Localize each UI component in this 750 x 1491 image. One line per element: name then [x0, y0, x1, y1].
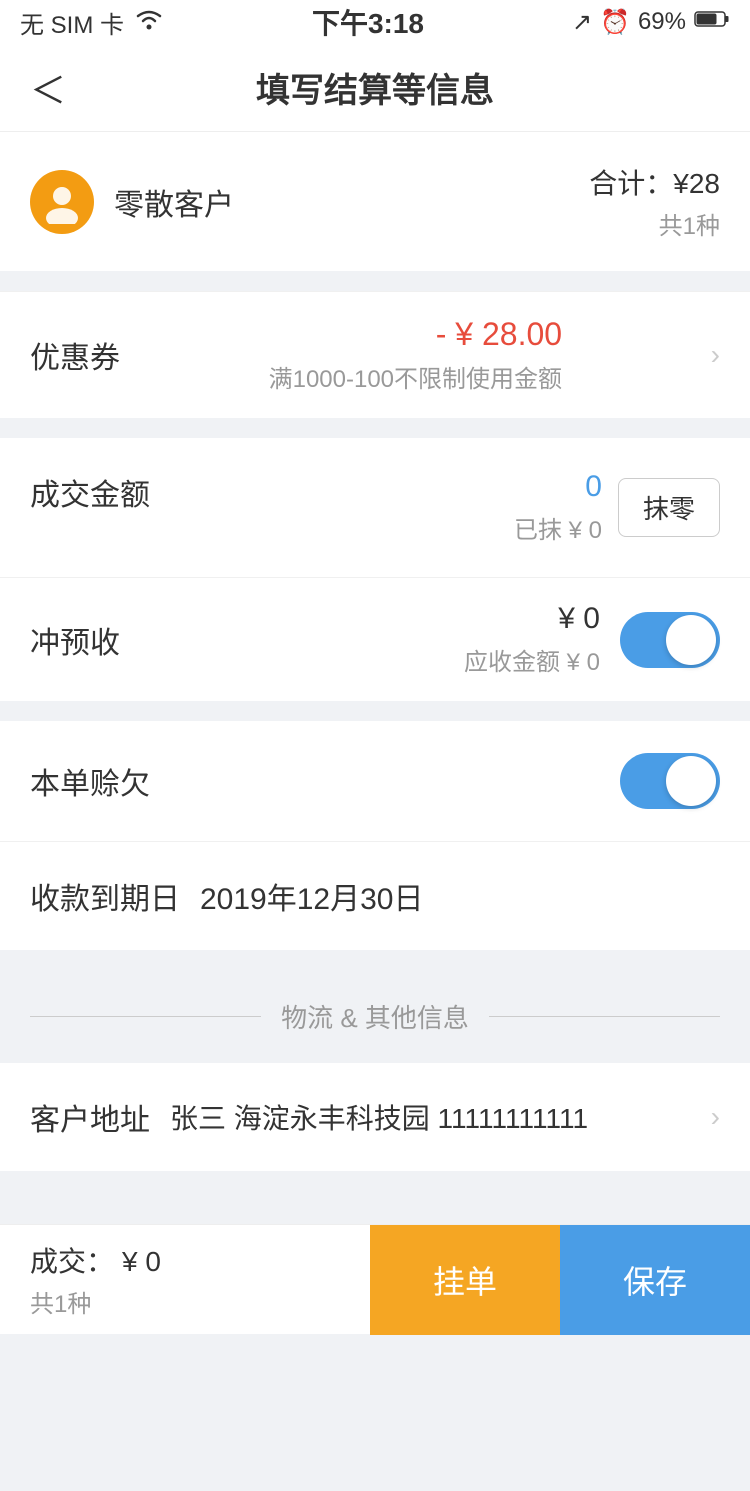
gap3 — [0, 701, 750, 721]
gap4 — [0, 950, 750, 970]
deal-right: 0 已抹 ¥ 0 抹零 — [514, 470, 720, 545]
coupon-sub: 满1000-100不限制使用金额 — [269, 359, 562, 394]
wifi-icon — [134, 8, 164, 37]
total-count: 共1种 — [589, 206, 720, 241]
prepay-value: ¥ 0 — [464, 602, 600, 636]
logistics-label: 物流 & 其他信息 — [281, 998, 469, 1035]
status-right: ↗ ⏰ 69% — [572, 8, 730, 37]
deal-value-wrapper: 0 已抹 ¥ 0 — [514, 470, 602, 545]
deal-value: 0 — [514, 470, 602, 504]
back-button[interactable]: ＜ — [30, 62, 66, 114]
customer-section: 零散客户 合计：¥28 共1种 — [0, 132, 750, 271]
coupon-section: 优惠券 - ¥ 28.00 满1000-100不限制使用金额 › — [0, 291, 750, 418]
address-section: 客户地址 张三 海淀永丰科技园 11111111111 › — [0, 1063, 750, 1171]
bottom-deal-row: 成交： ¥ 0 — [30, 1240, 340, 1280]
deal-sub: 已抹 ¥ 0 — [514, 510, 602, 545]
coupon-label: 优惠券 — [30, 333, 120, 377]
bottom-deal-value: ¥ 0 — [122, 1246, 161, 1278]
status-bar: 无 SIM 卡 下午3:18 ↗ ⏰ 69% — [0, 0, 750, 44]
address-value: 张三 海淀永丰科技园 11111111111 — [170, 1097, 711, 1137]
address-row[interactable]: 客户地址 张三 海淀永丰科技园 11111111111 › — [0, 1063, 750, 1171]
location-icon: ↗ — [572, 8, 592, 37]
credit-label: 本单赊欠 — [30, 759, 150, 803]
battery-text: 69% — [638, 8, 686, 36]
no-sim-text: 无 SIM 卡 — [20, 5, 124, 40]
address-chevron-icon: › — [711, 1101, 720, 1133]
logistics-line-left — [30, 1016, 261, 1017]
deal-amount: 0 — [585, 470, 602, 503]
battery-icon — [694, 8, 730, 36]
due-date-value: 2019年12月30日 — [200, 874, 423, 918]
credit-row: 本单赊欠 — [0, 721, 750, 841]
nav-bar: ＜ 填写结算等信息 — [0, 44, 750, 132]
bottom-count: 共1种 — [30, 1284, 340, 1319]
credit-toggle-knob — [666, 756, 716, 806]
coupon-row[interactable]: 优惠券 - ¥ 28.00 满1000-100不限制使用金额 › — [0, 291, 750, 418]
deal-row: 成交金额 0 已抹 ¥ 0 抹零 — [0, 438, 750, 577]
hang-button[interactable]: 挂单 — [370, 1225, 560, 1335]
chevron-right-icon: › — [711, 339, 720, 371]
deal-section: 成交金额 0 已抹 ¥ 0 抹零 冲预收 ¥ 0 应收金额 ¥ 0 — [0, 438, 750, 701]
customer-name: 零散客户 — [114, 180, 234, 224]
prepay-row: 冲预收 ¥ 0 应收金额 ¥ 0 — [0, 577, 750, 701]
customer-left: 零散客户 — [30, 170, 234, 234]
gap2 — [0, 418, 750, 438]
total-amount: 合计：¥28 — [589, 162, 720, 202]
status-left: 无 SIM 卡 — [20, 5, 164, 40]
credit-section: 本单赊欠 收款到期日 2019年12月30日 — [0, 721, 750, 950]
mozero-button[interactable]: 抹零 — [618, 478, 720, 537]
prepay-sub: 应收金额 ¥ 0 — [464, 642, 600, 677]
prepay-right: ¥ 0 应收金额 ¥ 0 — [464, 602, 720, 677]
status-time: 下午3:18 — [312, 2, 424, 42]
deal-label: 成交金额 — [30, 470, 150, 514]
coupon-discount: - ¥ 28.00 — [269, 316, 562, 353]
due-date-label: 收款到期日 — [30, 874, 180, 918]
avatar — [30, 170, 94, 234]
prepay-label: 冲预收 — [30, 618, 120, 662]
due-date-row: 收款到期日 2019年12月30日 — [0, 841, 750, 950]
logistics-header: 物流 & 其他信息 — [0, 970, 750, 1063]
page-title: 填写结算等信息 — [256, 63, 494, 112]
alarm-icon: ⏰ — [600, 8, 630, 37]
gap1 — [0, 271, 750, 291]
bottom-deal-label: 成交： — [30, 1240, 114, 1280]
bottom-info: 成交： ¥ 0 共1种 — [0, 1240, 370, 1319]
prepay-values: ¥ 0 应收金额 ¥ 0 — [464, 602, 600, 677]
address-label: 客户地址 — [30, 1095, 150, 1139]
bottom-bar: 成交： ¥ 0 共1种 挂单 保存 — [0, 1224, 750, 1334]
credit-toggle[interactable] — [620, 753, 720, 809]
toggle-knob — [666, 615, 716, 665]
logistics-line-right — [489, 1016, 720, 1017]
customer-right: 合计：¥28 共1种 — [589, 162, 720, 241]
coupon-right: - ¥ 28.00 满1000-100不限制使用金额 — [269, 316, 562, 394]
save-button[interactable]: 保存 — [560, 1225, 750, 1335]
prepay-toggle[interactable] — [620, 612, 720, 668]
customer-row[interactable]: 零散客户 合计：¥28 共1种 — [0, 132, 750, 271]
